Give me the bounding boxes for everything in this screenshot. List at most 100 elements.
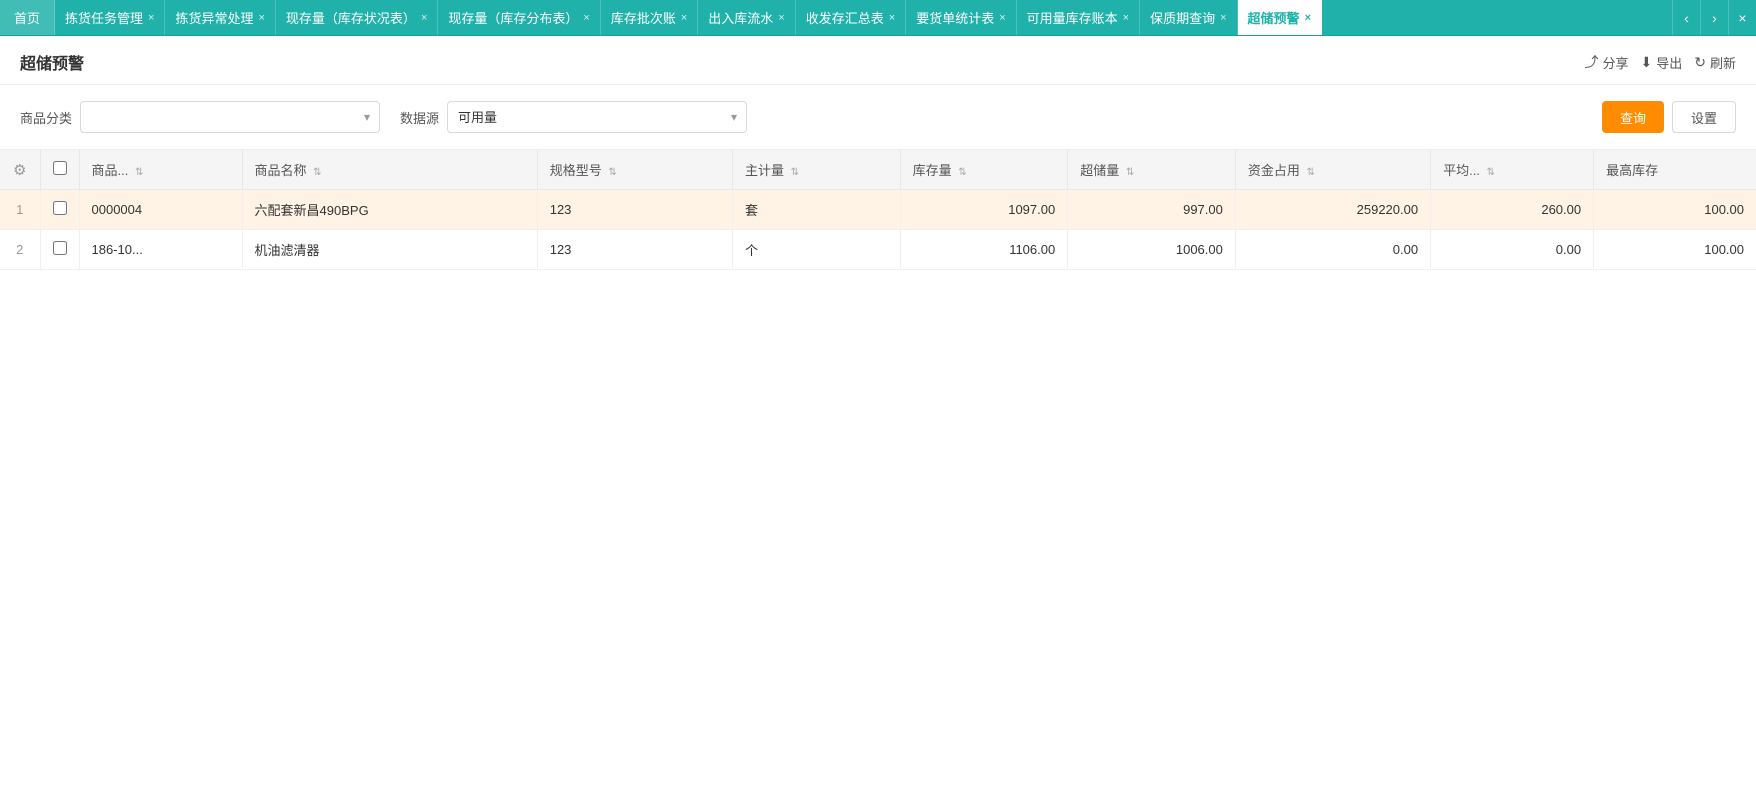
nav-inventory-dist[interactable]: 现存量（库存分布表） ×	[438, 0, 600, 35]
category-filter-group: 商品分类 ▾	[20, 101, 380, 133]
nav-inout-flow-label: 出入库流水	[708, 8, 773, 27]
row-select-checkbox-1[interactable]	[53, 201, 67, 215]
col-code[interactable]: 商品... ⇅	[79, 150, 242, 190]
refresh-icon: ↻	[1694, 54, 1706, 71]
export-label: 导出	[1656, 53, 1682, 72]
nav-order-stats[interactable]: 要货单统计表 ×	[906, 0, 1016, 35]
export-icon: ⬇	[1641, 54, 1653, 71]
col-stock-sort-icon: ⇅	[958, 167, 966, 178]
col-spec-sort-icon: ⇅	[608, 167, 616, 178]
close-order-stats-icon[interactable]: ×	[999, 12, 1005, 24]
col-capital-sort-icon: ⇅	[1307, 167, 1315, 178]
row-stock-2: 1106.00	[900, 230, 1068, 270]
nav-task-mgmt[interactable]: 拣货任务管理 ×	[55, 0, 165, 35]
row-unit-2: 个	[732, 230, 900, 270]
table-body: 1 0000004 六配套新昌490BPG 123 套 1097.00 997.…	[0, 190, 1756, 270]
close-batch-account-icon[interactable]: ×	[681, 12, 687, 24]
col-spec[interactable]: 规格型号 ⇅	[537, 150, 732, 190]
col-name-label: 商品名称	[255, 163, 307, 178]
row-num-2: 2	[0, 230, 40, 270]
nav-inout-flow[interactable]: 出入库流水 ×	[698, 0, 795, 35]
row-code-1: 0000004	[79, 190, 242, 230]
col-unit[interactable]: 主计量 ⇅	[732, 150, 900, 190]
nav-exception[interactable]: 拣货异常处理 ×	[165, 0, 275, 35]
col-gear[interactable]: ⚙	[0, 150, 40, 190]
row-max-stock-2: 100.00	[1594, 230, 1756, 270]
row-spec-1: 123	[537, 190, 732, 230]
category-select[interactable]	[80, 101, 380, 133]
nav-overstock-alert[interactable]: 超储预警 ×	[1238, 0, 1322, 35]
nav-summary-label: 收发存汇总表	[806, 8, 884, 27]
nav-arrow-close[interactable]: ×	[1728, 0, 1756, 35]
nav-inventory-status-label: 现存量（库存状况表）	[286, 8, 416, 27]
table-container: ⚙ 商品... ⇅ 商品名称 ⇅ 规格型号 ⇅	[0, 150, 1756, 270]
row-max-stock-1: 100.00	[1594, 190, 1756, 230]
datasource-filter-group: 数据源 可用量 库存量 ▾	[400, 101, 747, 133]
col-name[interactable]: 商品名称 ⇅	[242, 150, 537, 190]
col-capital-label: 资金占用	[1248, 163, 1300, 178]
row-select-checkbox-2[interactable]	[53, 241, 67, 255]
nav-order-stats-label: 要货单统计表	[916, 8, 994, 27]
row-code-2: 186-10...	[79, 230, 242, 270]
row-checkbox-1[interactable]	[40, 190, 79, 230]
nav-expiry-query-label: 保质期查询	[1150, 8, 1215, 27]
nav-summary[interactable]: 收发存汇总表 ×	[796, 0, 906, 35]
header-actions: ⤴ 分享 ⬇ 导出 ↻ 刷新	[1584, 52, 1736, 72]
col-overstock[interactable]: 超储量 ⇅	[1068, 150, 1236, 190]
table-header: ⚙ 商品... ⇅ 商品名称 ⇅ 规格型号 ⇅	[0, 150, 1756, 190]
close-summary-icon[interactable]: ×	[889, 12, 895, 24]
export-action[interactable]: ⬇ 导出	[1641, 53, 1683, 72]
col-stock[interactable]: 库存量 ⇅	[900, 150, 1068, 190]
nav-batch-account-label: 库存批次账	[611, 8, 676, 27]
row-checkbox-2[interactable]	[40, 230, 79, 270]
close-inventory-dist-icon[interactable]: ×	[583, 12, 589, 24]
col-spec-label: 规格型号	[550, 163, 602, 178]
page-content: 超储预警 ⤴ 分享 ⬇ 导出 ↻ 刷新 商品分类 ▾	[0, 36, 1756, 800]
close-task-mgmt-icon[interactable]: ×	[148, 12, 154, 24]
filter-actions: 查询 设置	[1602, 101, 1736, 133]
close-available-book-icon[interactable]: ×	[1123, 12, 1129, 24]
settings-button[interactable]: 设置	[1672, 101, 1736, 133]
col-unit-sort-icon: ⇅	[791, 167, 799, 178]
row-unit-1: 套	[732, 190, 900, 230]
row-avg-1: 260.00	[1431, 190, 1594, 230]
nav-arrow-right[interactable]: ›	[1700, 0, 1728, 35]
nav-arrow-left[interactable]: ‹	[1672, 0, 1700, 35]
close-expiry-query-icon[interactable]: ×	[1220, 12, 1226, 24]
nav-available-book-label: 可用量库存账本	[1027, 8, 1118, 27]
nav-home-label: 首页	[14, 8, 40, 27]
row-overstock-2: 1006.00	[1068, 230, 1236, 270]
datasource-filter-label: 数据源	[400, 108, 439, 127]
col-avg[interactable]: 平均... ⇅	[1431, 150, 1594, 190]
row-capital-2: 0.00	[1235, 230, 1430, 270]
nav-exception-label: 拣货异常处理	[175, 8, 253, 27]
close-inventory-status-icon[interactable]: ×	[421, 12, 427, 24]
table-header-row: ⚙ 商品... ⇅ 商品名称 ⇅ 规格型号 ⇅	[0, 150, 1756, 190]
nav-batch-account[interactable]: 库存批次账 ×	[601, 0, 698, 35]
page-title: 超储预警	[20, 50, 84, 74]
datasource-select[interactable]: 可用量 库存量	[447, 101, 747, 133]
gear-settings-icon[interactable]: ⚙	[13, 162, 26, 179]
refresh-action[interactable]: ↻ 刷新	[1694, 53, 1736, 72]
nav-inventory-status[interactable]: 现存量（库存状况表） ×	[276, 0, 438, 35]
col-overstock-sort-icon: ⇅	[1126, 167, 1134, 178]
page-header: 超储预警 ⤴ 分享 ⬇ 导出 ↻ 刷新	[0, 36, 1756, 85]
row-name-1: 六配套新昌490BPG	[242, 190, 537, 230]
col-max-stock[interactable]: 最高库存	[1594, 150, 1756, 190]
nav-expiry-query[interactable]: 保质期查询 ×	[1140, 0, 1237, 35]
nav-home[interactable]: 首页	[0, 0, 55, 35]
col-capital[interactable]: 资金占用 ⇅	[1235, 150, 1430, 190]
col-checkbox[interactable]	[40, 150, 79, 190]
col-stock-label: 库存量	[913, 163, 952, 178]
close-exception-icon[interactable]: ×	[258, 12, 264, 24]
top-navigation: 首页 拣货任务管理 × 拣货异常处理 × 现存量（库存状况表） × 现存量（库存…	[0, 0, 1756, 36]
nav-available-book[interactable]: 可用量库存账本 ×	[1017, 0, 1140, 35]
col-overstock-label: 超储量	[1080, 163, 1119, 178]
col-code-label: 商品...	[92, 163, 129, 178]
share-action[interactable]: ⤴ 分享	[1584, 52, 1628, 72]
col-avg-label: 平均...	[1443, 163, 1480, 178]
close-inout-flow-icon[interactable]: ×	[778, 12, 784, 24]
close-overstock-alert-icon[interactable]: ×	[1305, 12, 1311, 24]
query-button[interactable]: 查询	[1602, 101, 1664, 133]
select-all-checkbox[interactable]	[53, 161, 67, 175]
